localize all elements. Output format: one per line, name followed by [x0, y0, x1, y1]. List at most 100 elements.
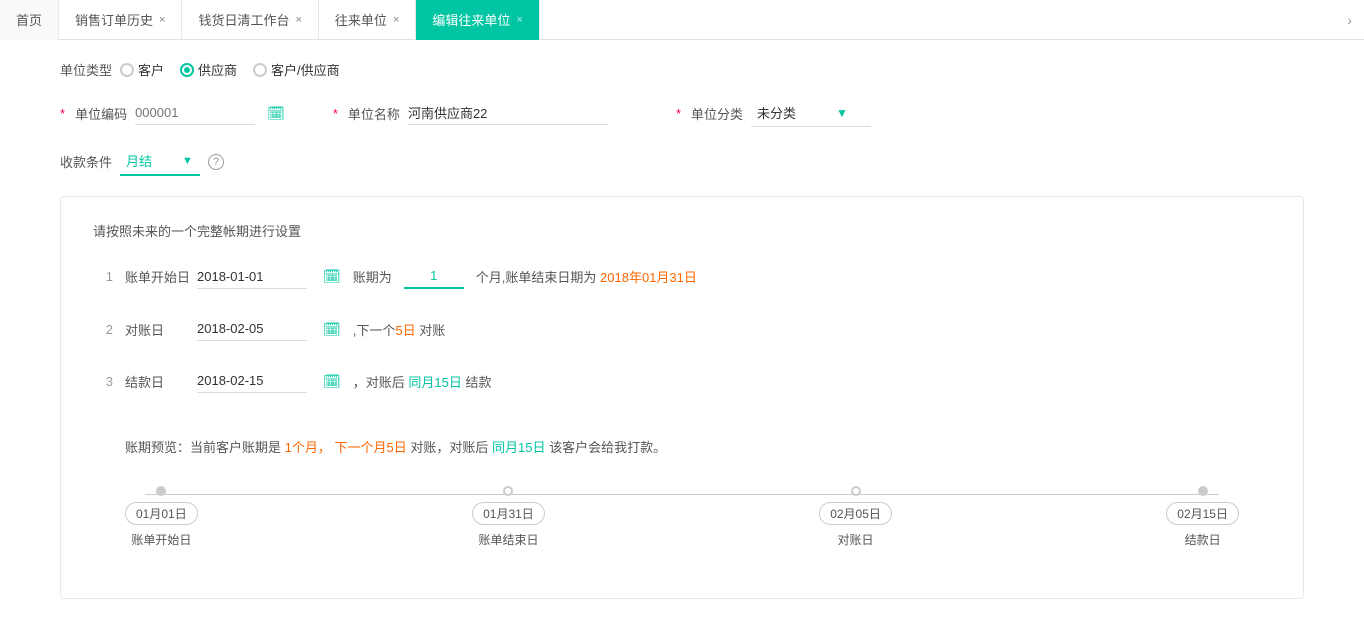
unit-code-label: 单位编码: [75, 104, 127, 123]
chevron-down-icon: ▼: [836, 106, 848, 120]
timeline-badge-1: 01月01日: [125, 502, 198, 525]
row-1-period-end: 2018年01月31日: [600, 270, 697, 285]
preview-part5: 该客户会给我打款。: [549, 440, 666, 455]
timeline-point-4: 02月15日 结款日: [1166, 486, 1239, 548]
timeline-label-4: 结款日: [1185, 531, 1221, 548]
unit-type-label: 单位类型: [60, 60, 112, 79]
payment-condition-select[interactable]: 月结 ▼: [120, 147, 200, 176]
unit-category-dropdown[interactable]: 未分类 ▼: [751, 99, 871, 127]
tab-cash-work-label: 钱货日清工作台: [198, 10, 289, 29]
radio-supplier-circle: [180, 63, 194, 77]
radio-both-label: 客户/供应商: [271, 60, 340, 79]
unit-code-input[interactable]: [135, 101, 255, 125]
tab-home-label: 首页: [16, 10, 42, 29]
row-1-period-unit: 个月,账单结束日期为 2018年01月31日: [476, 267, 697, 286]
timeline-points: 01月01日 账单开始日 01月31日 账单结束日 02月05日 对账日: [125, 486, 1239, 548]
timeline-point-2: 01月31日 账单结束日: [472, 486, 545, 548]
tab-sales-history[interactable]: 销售订单历史 ×: [59, 0, 182, 40]
tab-edit-partner-label: 编辑往来单位: [432, 10, 510, 29]
radio-supplier[interactable]: 供应商: [180, 60, 237, 79]
tabs-scroll-arrow[interactable]: ›: [1335, 12, 1364, 28]
row-3-field: 结款日: [125, 372, 185, 391]
timeline-container: 01月01日 账单开始日 01月31日 账单结束日 02月05日 对账日: [125, 476, 1239, 558]
payment-condition-label: 收款条件: [60, 152, 112, 171]
radio-customer-label: 客户: [138, 60, 164, 79]
unit-type-row: 单位类型 客户 供应商 客户/供应商: [60, 60, 1304, 79]
timeline-label-3: 对账日: [838, 531, 874, 548]
unit-type-radio-group: 客户 供应商 客户/供应商: [120, 60, 340, 79]
timeline-badge-2: 01月31日: [472, 502, 545, 525]
timeline-dot-3: [851, 486, 861, 496]
row-2-highlight: 5日: [395, 323, 415, 338]
radio-customer-circle: [120, 63, 134, 77]
payment-condition-value: 月结: [126, 151, 152, 170]
unit-fields-row: * 单位编码 🗓 * 单位名称 * 单位分类 未分类 ▼: [60, 99, 1304, 127]
row-3-desc: ，对账后 同月15日 结款: [353, 372, 492, 391]
payment-dropdown-arrow: ▼: [182, 155, 193, 167]
preview-text: 账期预览：当前客户账期是 1个月， 下一个月5日 对账，对账后 同月15日 该客…: [125, 437, 1239, 456]
row-1-num: 1: [93, 269, 113, 284]
timeline-dot-4: [1198, 486, 1208, 496]
row-3-date-input[interactable]: [197, 369, 307, 393]
unit-name-label: 单位名称: [348, 104, 400, 123]
row-2-date-input[interactable]: [197, 317, 307, 341]
settings-box: 请按照未来的一个完整帐期进行设置 1 账单开始日 🗓 账期为 个月,账单结束日期…: [60, 196, 1304, 599]
timeline-dot-2: [503, 486, 513, 496]
timeline-point-1: 01月01日 账单开始日: [125, 486, 198, 548]
tab-edit-partner-close[interactable]: ×: [516, 14, 522, 26]
row-2-num: 2: [93, 322, 113, 337]
timeline-badge-3: 02月05日: [819, 502, 892, 525]
tab-home[interactable]: 首页: [0, 0, 59, 40]
tab-cash-work[interactable]: 钱货日清工作台 ×: [182, 0, 318, 40]
row-1-field: 账单开始日: [125, 267, 185, 286]
radio-both-circle: [253, 63, 267, 77]
row-1-suffix: 账期为: [353, 267, 392, 286]
row-3-highlight: 同月15日: [408, 375, 461, 390]
row-2-field: 对账日: [125, 320, 185, 339]
timeline-label-1: 账单开始日: [131, 531, 191, 548]
tab-sales-history-close[interactable]: ×: [159, 14, 165, 26]
unit-code-calendar-icon[interactable]: 🗓: [267, 105, 285, 122]
row-2-desc: ,下一个5日 对账: [353, 320, 445, 339]
setting-row-3: 3 结款日 🗓 ，对账后 同月15日 结款: [93, 369, 1271, 393]
period-input[interactable]: [404, 264, 464, 289]
unit-category-required-star: *: [676, 106, 681, 121]
tab-partner[interactable]: 往来单位 ×: [319, 0, 416, 40]
setting-row-1: 1 账单开始日 🗓 账期为 个月,账单结束日期为 2018年01月31日: [93, 264, 1271, 289]
setting-row-2: 2 对账日 🗓 ,下一个5日 对账: [93, 317, 1271, 341]
timeline-badge-4: 02月15日: [1166, 502, 1239, 525]
tab-cash-work-close[interactable]: ×: [295, 14, 301, 26]
tab-sales-history-label: 销售订单历史: [75, 10, 153, 29]
preview-label: 账期预览：当前客户账期是: [125, 440, 281, 455]
preview-section: 账期预览：当前客户账期是 1个月， 下一个月5日 对账，对账后 同月15日 该客…: [93, 421, 1271, 574]
tab-edit-partner[interactable]: 编辑往来单位 ×: [416, 0, 539, 40]
preview-part1: 1个月，: [285, 440, 331, 455]
unit-code-required-star: *: [60, 106, 65, 121]
timeline-dot-1: [156, 486, 166, 496]
radio-both[interactable]: 客户/供应商: [253, 60, 340, 79]
unit-category-value: 未分类: [757, 103, 796, 122]
unit-name-input[interactable]: [408, 101, 608, 125]
tabs-bar: 首页 销售订单历史 × 钱货日清工作台 × 往来单位 × 编辑往来单位 × ›: [0, 0, 1364, 40]
unit-name-required-star: *: [333, 106, 338, 121]
timeline-point-3: 02月05日 对账日: [819, 486, 892, 548]
preview-part4: 同月15日: [492, 440, 545, 455]
row-2-calendar-icon[interactable]: 🗓: [323, 321, 341, 338]
radio-customer[interactable]: 客户: [120, 60, 164, 79]
settings-title: 请按照未来的一个完整帐期进行设置: [93, 221, 1271, 240]
preview-part3: 对账，对账后: [410, 440, 488, 455]
payment-help-icon[interactable]: ?: [208, 154, 224, 170]
unit-category-label: 单位分类: [691, 104, 743, 123]
row-1-date-input[interactable]: [197, 265, 307, 289]
preview-part2: 下一个月5日: [335, 440, 407, 455]
row-1-calendar-icon[interactable]: 🗓: [323, 268, 341, 285]
timeline-label-2: 账单结束日: [478, 531, 538, 548]
payment-condition-row: 收款条件 月结 ▼ ?: [60, 147, 1304, 176]
tab-partner-close[interactable]: ×: [393, 14, 399, 26]
row-3-calendar-icon[interactable]: 🗓: [323, 373, 341, 390]
page-content: 单位类型 客户 供应商 客户/供应商 * 单位编码 🗓 * 单位名称: [0, 40, 1364, 639]
help-icon-label: ?: [213, 156, 219, 168]
row-3-num: 3: [93, 374, 113, 389]
radio-supplier-label: 供应商: [198, 60, 237, 79]
tab-partner-label: 往来单位: [335, 10, 387, 29]
